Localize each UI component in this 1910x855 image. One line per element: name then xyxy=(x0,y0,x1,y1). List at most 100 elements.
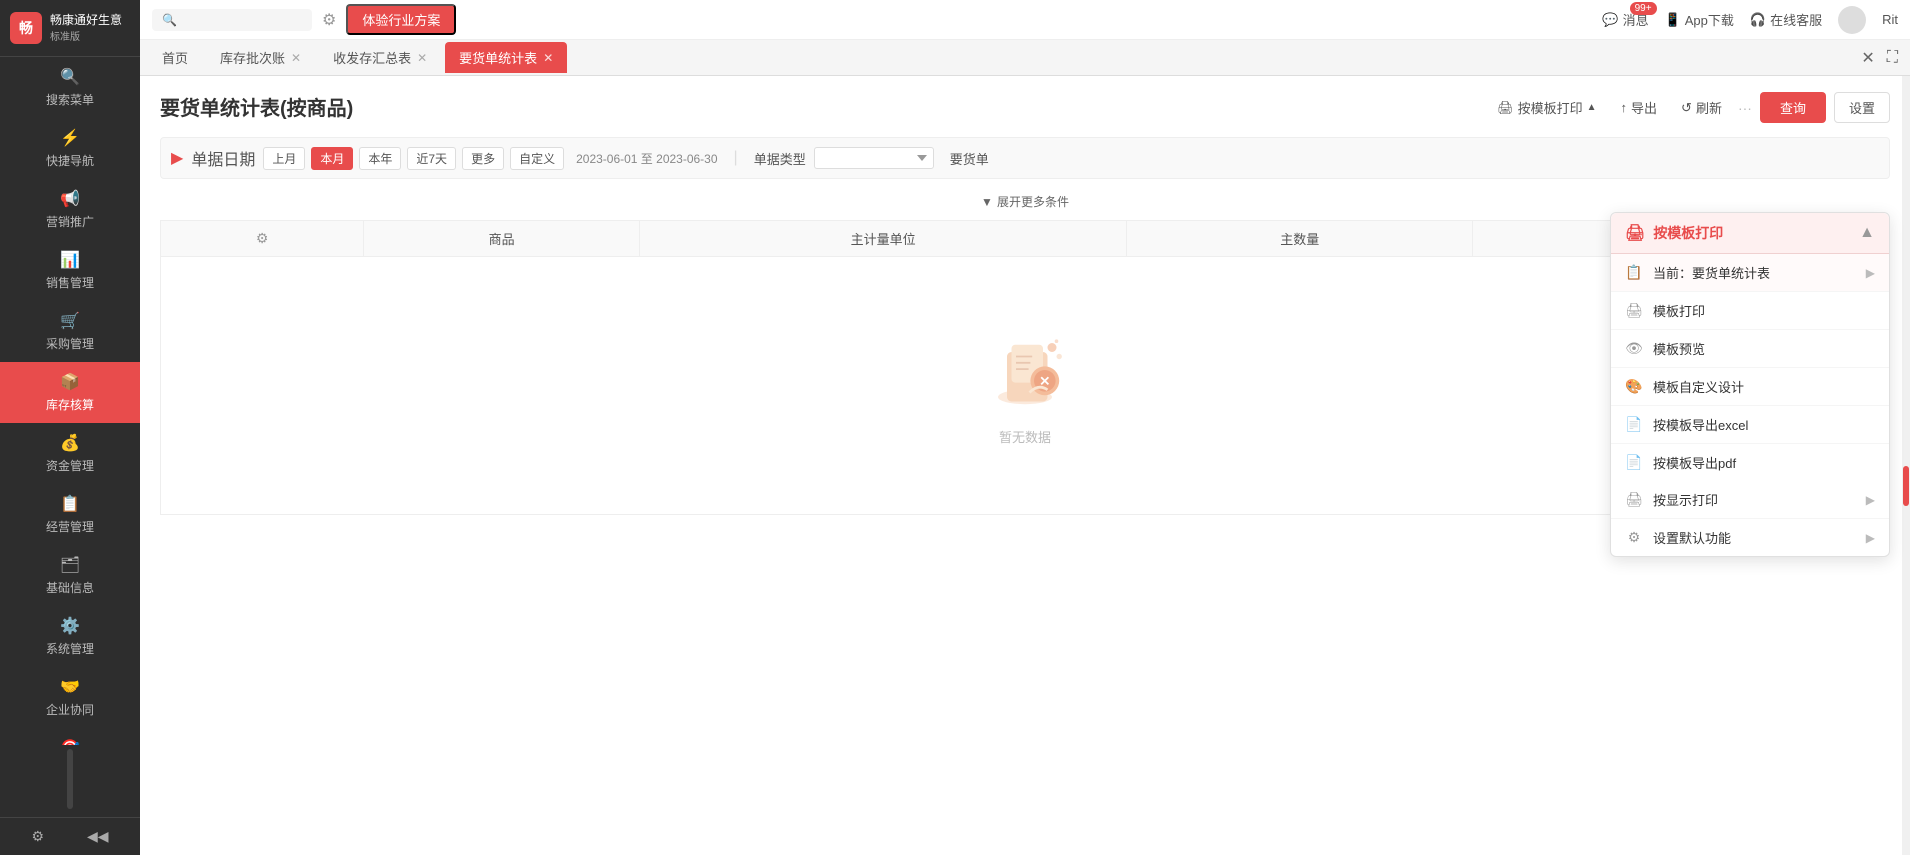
print-button[interactable]: 🖨 按模板打印 ▲ xyxy=(1489,94,1604,121)
dropdown-menu: 🖨 按模板打印 ▲ 📋 当前：要货单统计表 ▶ 🖨模板打印👁模板预览🎨模板自定义… xyxy=(1610,212,1890,557)
more-options-icon[interactable]: ··· xyxy=(1738,100,1752,116)
topbar-search[interactable]: 🔍 xyxy=(152,9,312,31)
dropdown-header-label: 按模板打印 xyxy=(1653,223,1723,243)
set-default-icon: ⚙ xyxy=(1625,529,1643,546)
template-design-icon: 🎨 xyxy=(1625,378,1643,395)
username: Rit xyxy=(1882,12,1898,27)
dropdown-item-template-design[interactable]: 🎨模板自定义设计 xyxy=(1611,368,1889,406)
sidebar-item-enterprise[interactable]: 🤝企业协同 xyxy=(0,667,140,728)
sidebar-item-system[interactable]: ⚙️ 系统管理 xyxy=(0,606,140,667)
date-row: 上月本月本年近7天更多自定义 xyxy=(263,147,564,170)
type-select[interactable] xyxy=(814,147,934,169)
date-btn-last-7[interactable]: 近7天 xyxy=(407,147,456,170)
refresh-icon: ↺ xyxy=(1681,100,1692,116)
finance-icon: 💰 xyxy=(60,433,80,453)
refresh-button[interactable]: ↺ 刷新 xyxy=(1673,94,1730,121)
dropdown-item-export-pdf[interactable]: 📄按模板导出pdf xyxy=(1611,444,1889,481)
message-icon: 💬 xyxy=(1602,12,1618,28)
settings-icon[interactable]: ⚙ xyxy=(31,828,44,845)
nav-label-inventory: 库存核算 xyxy=(46,396,94,413)
date-btn-this-year[interactable]: 本年 xyxy=(359,147,401,170)
close-tab-button[interactable]: ✕ xyxy=(1857,44,1878,72)
quick-nav-icon: ⚡ xyxy=(60,128,80,148)
dropdown-subitem-display-print[interactable]: 🖨按显示打印▶ xyxy=(1611,481,1889,519)
sidebar-item-newbie[interactable]: 🎯新手引导 xyxy=(0,728,140,745)
sidebar-item-basic[interactable]: 🗂基础信息 xyxy=(0,545,140,606)
template-print-icon: 🖨 xyxy=(1625,302,1643,319)
date-btn-custom[interactable]: 自定义 xyxy=(510,147,564,170)
message-badge: 99+ xyxy=(1630,2,1657,15)
dropdown-print-icon: 🖨 xyxy=(1625,223,1645,243)
newbie-icon: 🎯 xyxy=(60,738,80,745)
dropdown-item-template-print[interactable]: 🖨模板打印 xyxy=(1611,292,1889,330)
export-excel-icon: 📄 xyxy=(1625,416,1643,433)
app-download-button[interactable]: 📱 App下载 xyxy=(1665,10,1734,29)
tab-label-home: 首页 xyxy=(162,48,188,67)
app-icon: 📱 xyxy=(1665,12,1681,28)
settings-button[interactable]: 设置 xyxy=(1834,92,1890,123)
sidebar-item-search[interactable]: 🔍搜索菜单 xyxy=(0,57,140,118)
topbar: 🔍 ⚙ 体验行业方案 💬 消息 99+ 📱 App下载 🎧 在线客服 Rit xyxy=(140,0,1910,40)
right-scrollbar[interactable] xyxy=(1902,76,1910,855)
dropdown-subitem-label-display-print: 按显示打印 xyxy=(1653,490,1718,509)
col-header-settings[interactable]: ⚙ xyxy=(161,221,364,257)
tab-inventory-batch[interactable]: 库存批次账✕ xyxy=(206,42,315,73)
template-preview-icon: 👁 xyxy=(1625,340,1643,357)
sales-icon: 📊 xyxy=(60,250,80,270)
dropdown-subitem-set-default[interactable]: ⚙设置默认功能▶ xyxy=(1611,519,1889,556)
dropdown-current-item[interactable]: 📋 当前：要货单统计表 ▶ xyxy=(1611,254,1889,292)
date-btn-this-month[interactable]: 本月 xyxy=(311,147,353,170)
nav-label-system: 系统管理 xyxy=(46,640,94,657)
col-header-unit: 主计量单位 xyxy=(640,221,1127,257)
export-pdf-icon: 📄 xyxy=(1625,454,1643,471)
table-settings-icon[interactable]: ⚙ xyxy=(256,230,269,246)
print-icon: 🖨 xyxy=(1497,100,1514,116)
maximize-button[interactable]: ⛶ xyxy=(1883,45,1902,71)
app-name: 畅康通好生意 xyxy=(50,13,122,29)
expand-conditions-button[interactable]: ▼ 展开更多条件 xyxy=(969,189,1081,214)
date-btn-more[interactable]: 更多 xyxy=(462,147,504,170)
print-chevron-icon: ▲ xyxy=(1587,102,1597,113)
sidebar-item-inventory[interactable]: 📦 库存核算 xyxy=(0,362,140,423)
nav-label-operations: 经营管理 xyxy=(46,518,94,535)
sidebar-item-marketing[interactable]: 📢营销推广 xyxy=(0,179,140,240)
online-service-button[interactable]: 🎧 在线客服 xyxy=(1750,10,1822,29)
nav-label-sales: 销售管理 xyxy=(46,274,94,291)
tab-close-receipt-summary[interactable]: ✕ xyxy=(417,51,427,65)
expand-icon[interactable]: ▶ xyxy=(171,148,183,168)
search-icon: 🔍 xyxy=(60,67,80,87)
page-area: 要货单统计表(按商品) 🖨 按模板打印 ▲ ↑ 导出 ↺ 刷新 ··· 查询 xyxy=(140,76,1910,855)
dropdown-item-export-excel[interactable]: 📄按模板导出excel xyxy=(1611,406,1889,444)
inventory-icon: 📦 xyxy=(60,372,80,392)
query-button[interactable]: 查询 xyxy=(1760,92,1826,123)
sidebar-item-quick-nav[interactable]: ⚡快捷导航 xyxy=(0,118,140,179)
date-btn-prev-month[interactable]: 上月 xyxy=(263,147,305,170)
sidebar-item-operations[interactable]: 📋经营管理 xyxy=(0,484,140,545)
sidebar-item-purchase[interactable]: 🛒采购管理 xyxy=(0,301,140,362)
date-range: 2023-06-01 至 2023-06-30 xyxy=(576,150,717,167)
tab-order-stats[interactable]: 要货单统计表✕ xyxy=(445,42,567,73)
expand-more-icon: ▼ xyxy=(981,195,993,209)
dropdown-close-button[interactable]: ▲ xyxy=(1859,224,1875,242)
arrow-icon: ▶ xyxy=(1866,531,1875,545)
system-icon: ⚙️ xyxy=(60,616,80,636)
dropdown-header: 🖨 按模板打印 ▲ xyxy=(1611,213,1889,254)
message-button[interactable]: 💬 消息 99+ xyxy=(1602,10,1648,29)
dropdown-item-template-preview[interactable]: 👁模板预览 xyxy=(1611,330,1889,368)
tab-receipt-summary[interactable]: 收发存汇总表✕ xyxy=(319,42,441,73)
logo-icon: 畅 xyxy=(10,12,42,44)
sidebar-item-sales[interactable]: 📊 销售管理 xyxy=(0,240,140,301)
current-item-icon: 📋 xyxy=(1625,264,1643,281)
export-button[interactable]: ↑ 导出 xyxy=(1613,94,1666,121)
tab-home[interactable]: 首页 xyxy=(148,42,202,73)
tab-close-order-stats[interactable]: ✕ xyxy=(543,51,553,65)
tab-close-inventory-batch[interactable]: ✕ xyxy=(291,51,301,65)
col-header-quantity: 主数量 xyxy=(1127,221,1473,257)
trial-button[interactable]: 体验行业方案 xyxy=(346,4,456,35)
sidebar-item-finance[interactable]: 💰资金管理 xyxy=(0,423,140,484)
audio-icon[interactable]: ◀◀ xyxy=(87,828,109,845)
user-avatar[interactable] xyxy=(1838,6,1866,34)
tabbar: 首页库存批次账✕收发存汇总表✕要货单统计表✕ ✕ ⛶ xyxy=(140,40,1910,76)
topbar-settings-icon[interactable]: ⚙ xyxy=(322,10,336,30)
nav-label-enterprise: 企业协同 xyxy=(46,701,94,718)
